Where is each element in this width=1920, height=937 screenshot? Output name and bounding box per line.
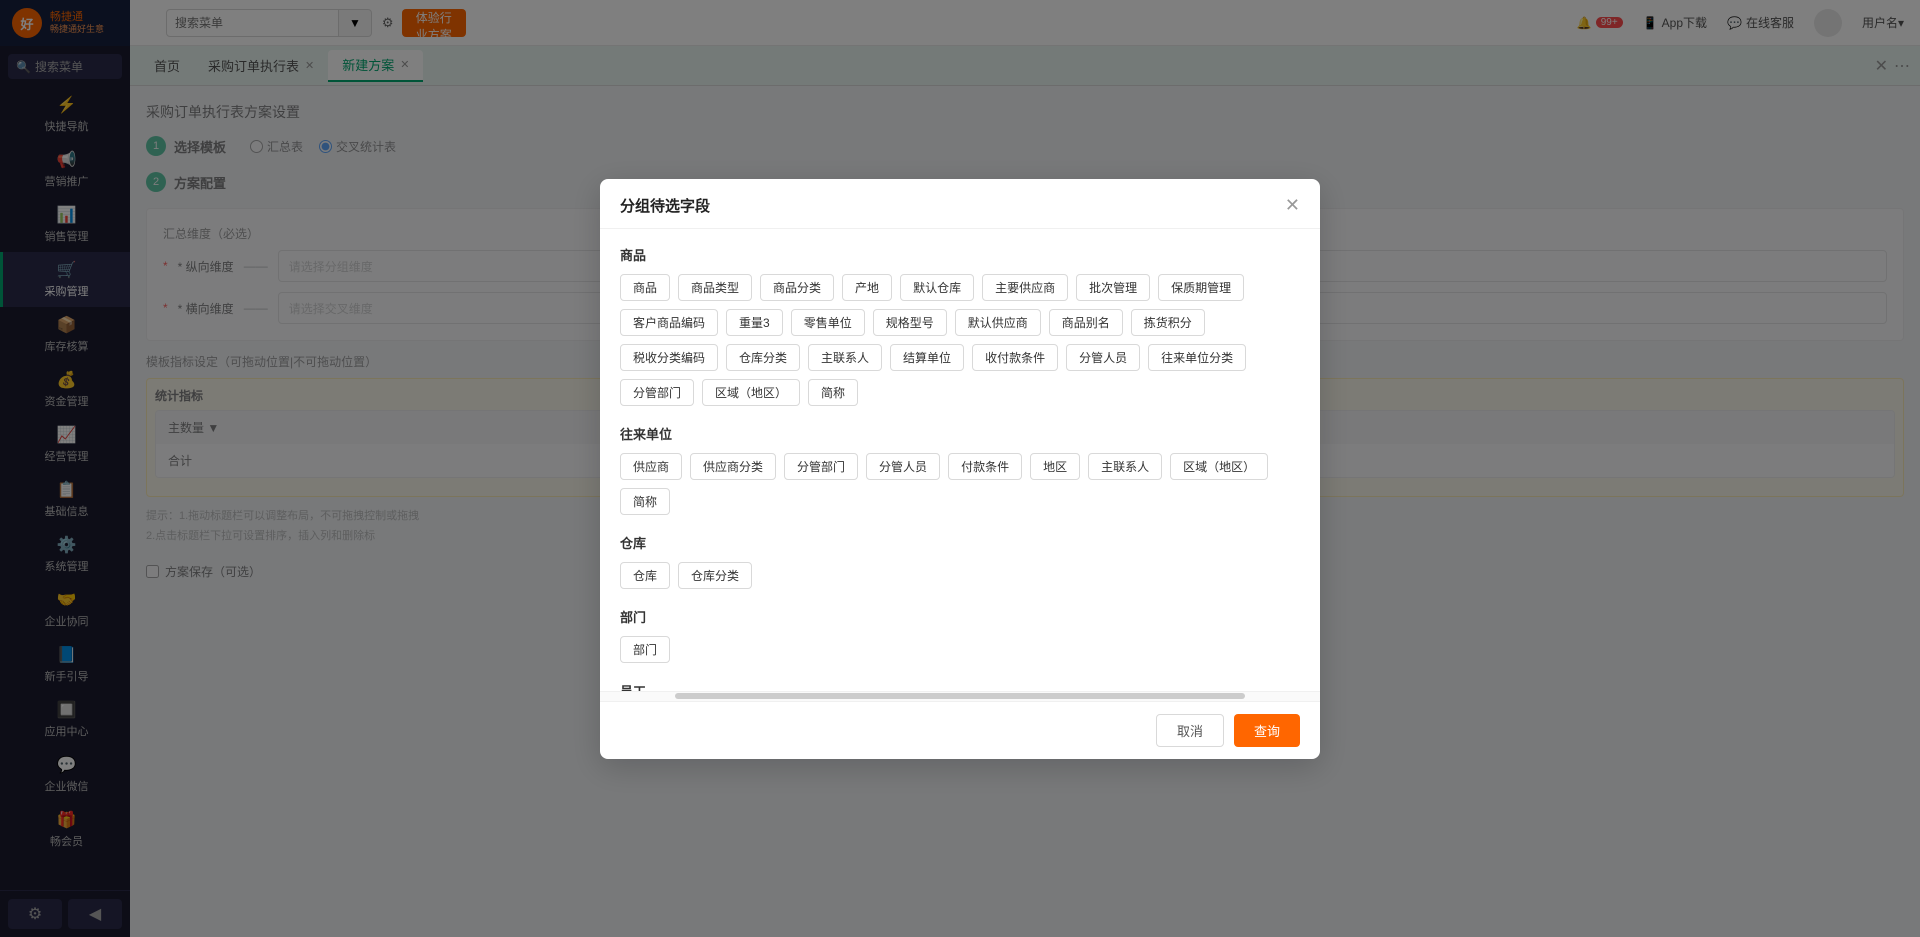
field-tag-product-10[interactable]: 零售单位 (791, 309, 865, 336)
field-tag-product-15[interactable]: 税收分类编码 (620, 344, 718, 371)
field-tag-product-0[interactable]: 商品 (620, 274, 670, 301)
modal-overlay[interactable]: 分组待选字段 ✕ 商品商品商品类型商品分类产地默认仓库主要供应商批次管理保质期管… (0, 0, 1920, 937)
field-tag-product-2[interactable]: 商品分类 (760, 274, 834, 301)
modal-close-btn[interactable]: ✕ (1285, 196, 1300, 214)
field-tag-partner-4[interactable]: 付款条件 (948, 453, 1022, 480)
field-tag-warehouse-1[interactable]: 仓库分类 (678, 562, 752, 589)
field-tag-product-18[interactable]: 结算单位 (890, 344, 964, 371)
field-tag-product-14[interactable]: 拣货积分 (1131, 309, 1205, 336)
field-tags-warehouse: 仓库仓库分类 (620, 562, 1300, 589)
hscroll-thumb[interactable] (675, 693, 1245, 699)
field-group-department: 部门部门 (620, 607, 1300, 663)
field-tag-product-12[interactable]: 默认供应商 (955, 309, 1041, 336)
modal-body[interactable]: 商品商品商品类型商品分类产地默认仓库主要供应商批次管理保质期管理客户商品编码重量… (600, 229, 1320, 691)
field-tag-product-4[interactable]: 默认仓库 (900, 274, 974, 301)
field-group-product: 商品商品商品类型商品分类产地默认仓库主要供应商批次管理保质期管理客户商品编码重量… (620, 245, 1300, 406)
field-group-employee: 员工业务员 (620, 681, 1300, 691)
field-tags-partner: 供应商供应商分类分管部门分管人员付款条件地区主联系人区域（地区） 简称 (620, 453, 1300, 515)
field-tag-partner-3[interactable]: 分管人员 (866, 453, 940, 480)
field-tag-warehouse-0[interactable]: 仓库 (620, 562, 670, 589)
field-tag-partner-1[interactable]: 供应商分类 (690, 453, 776, 480)
field-tag-partner-2[interactable]: 分管部门 (784, 453, 858, 480)
field-tag-product-6[interactable]: 批次管理 (1076, 274, 1150, 301)
field-tag-product-7[interactable]: 保质期管理 (1158, 274, 1244, 301)
field-tags-product: 商品商品类型商品分类产地默认仓库主要供应商批次管理保质期管理客户商品编码重量3 零… (620, 274, 1300, 406)
field-group-title-warehouse: 仓库 (620, 533, 1300, 552)
field-tag-product-8[interactable]: 客户商品编码 (620, 309, 718, 336)
field-tag-product-5[interactable]: 主要供应商 (982, 274, 1068, 301)
field-group-warehouse: 仓库仓库仓库分类 (620, 533, 1300, 589)
field-group-title-employee: 员工 (620, 681, 1300, 691)
field-tags-department: 部门 (620, 636, 1300, 663)
field-tag-product-20[interactable]: 分管人员 (1066, 344, 1140, 371)
field-tag-product-23[interactable]: 区域（地区） (702, 379, 800, 406)
field-tag-partner-6[interactable]: 主联系人 (1088, 453, 1162, 480)
field-tag-product-1[interactable]: 商品类型 (678, 274, 752, 301)
field-tag-product-16[interactable]: 仓库分类 (726, 344, 800, 371)
modal-title: 分组待选字段 (620, 195, 710, 216)
field-group-title-product: 商品 (620, 245, 1300, 264)
field-tag-product-11[interactable]: 规格型号 (873, 309, 947, 336)
field-tag-partner-7[interactable]: 区域（地区） (1170, 453, 1268, 480)
field-tag-partner-0[interactable]: 供应商 (620, 453, 682, 480)
field-tag-product-19[interactable]: 收付款条件 (972, 344, 1058, 371)
field-tag-product-21[interactable]: 往来单位分类 (1148, 344, 1246, 371)
modal-header: 分组待选字段 ✕ (600, 179, 1320, 229)
field-tag-product-3[interactable]: 产地 (842, 274, 892, 301)
confirm-btn[interactable]: 查询 (1234, 714, 1300, 747)
modal-hscroll[interactable] (600, 691, 1320, 701)
field-tag-partner-5[interactable]: 地区 (1030, 453, 1080, 480)
field-group-title-department: 部门 (620, 607, 1300, 626)
field-tag-product-13[interactable]: 商品别名 (1049, 309, 1123, 336)
field-tag-product-24[interactable]: 简称 (808, 379, 858, 406)
field-group-title-partner: 往来单位 (620, 424, 1300, 443)
cancel-btn[interactable]: 取消 (1156, 714, 1224, 747)
modal-footer: 取消 查询 (600, 701, 1320, 759)
field-tag-product-22[interactable]: 分管部门 (620, 379, 694, 406)
field-tag-product-9[interactable]: 重量3 (726, 309, 783, 336)
field-group-partner: 往来单位供应商供应商分类分管部门分管人员付款条件地区主联系人区域（地区） 简称 (620, 424, 1300, 515)
field-tag-department-0[interactable]: 部门 (620, 636, 670, 663)
field-select-modal: 分组待选字段 ✕ 商品商品商品类型商品分类产地默认仓库主要供应商批次管理保质期管… (600, 179, 1320, 759)
field-tag-partner-8[interactable]: 简称 (620, 488, 670, 515)
field-tag-product-17[interactable]: 主联系人 (808, 344, 882, 371)
